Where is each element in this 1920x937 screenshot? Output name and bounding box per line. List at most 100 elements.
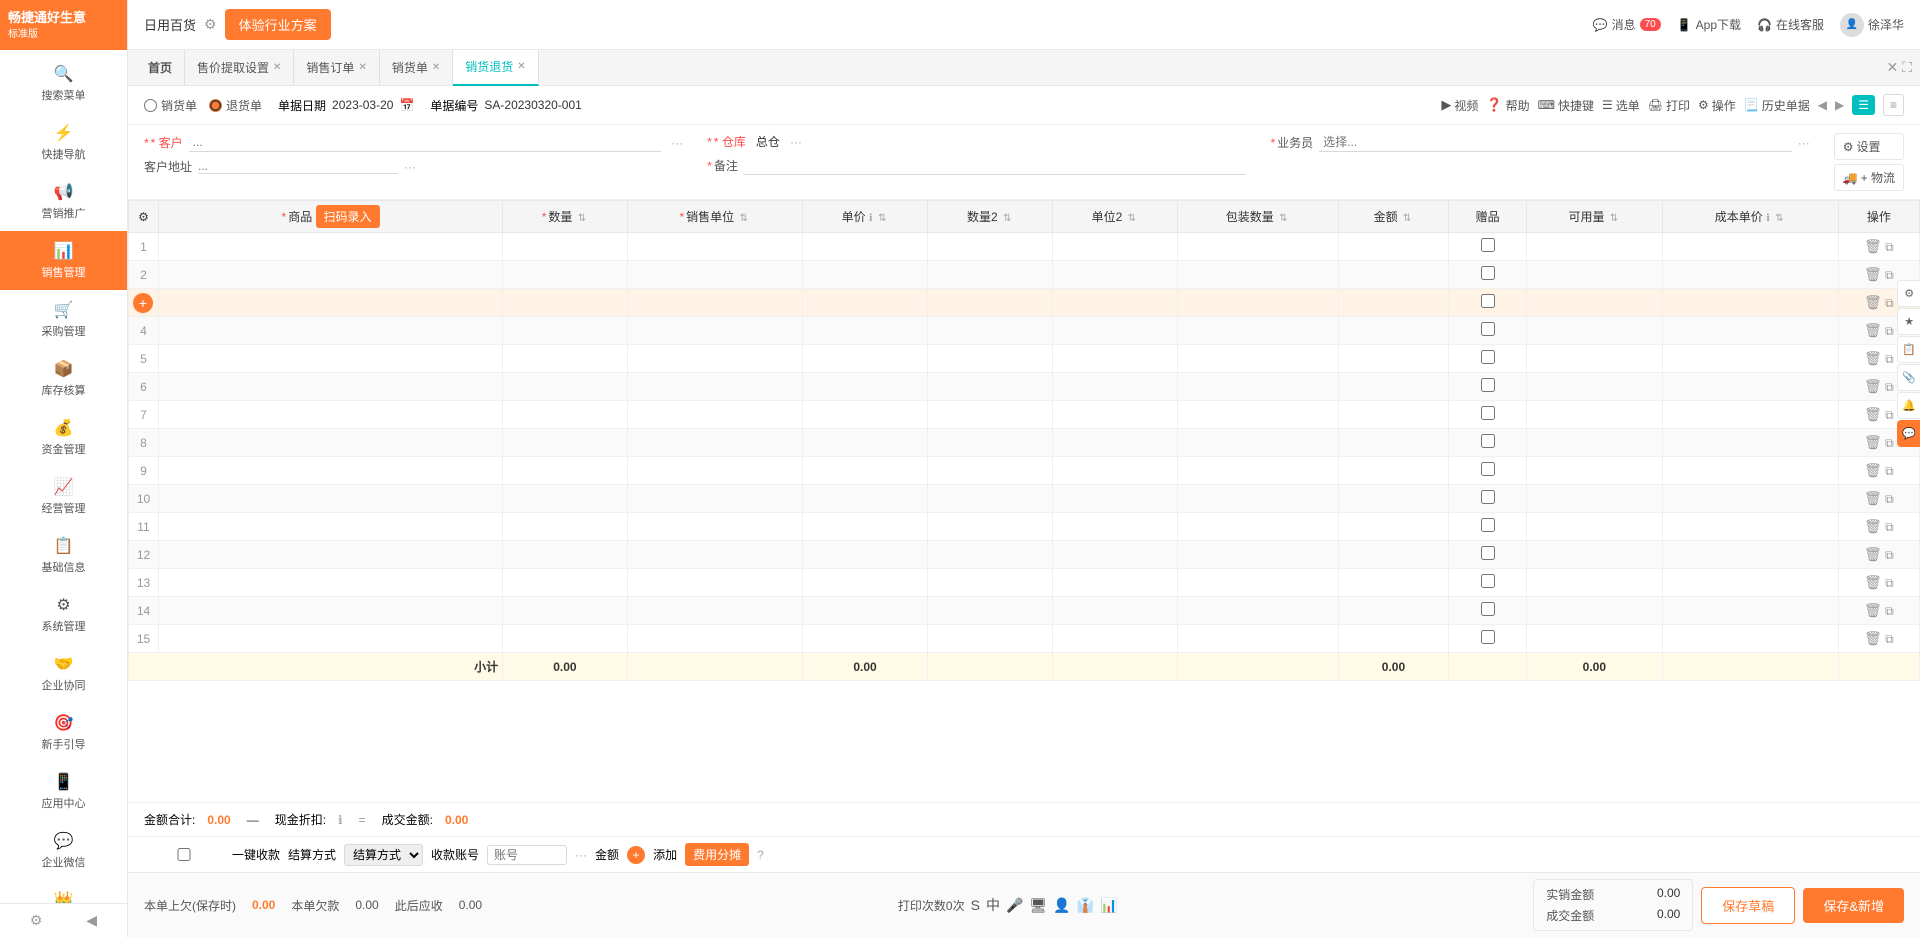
available-sort-icon[interactable]: ⇅ — [1610, 213, 1618, 224]
cell-qty2-5[interactable] — [928, 345, 1053, 373]
gift-cb-11[interactable] — [1481, 518, 1495, 532]
cell-pack-9[interactable] — [1177, 457, 1338, 485]
copy-btn-15[interactable]: ⧉ — [1885, 632, 1894, 647]
unit2-sort-icon[interactable]: ⇅ — [1128, 213, 1136, 224]
sidebar-item-企业协同[interactable]: 🤝 企业协同 — [0, 644, 127, 703]
product-input-5[interactable] — [163, 352, 498, 366]
cell-qty-7[interactable] — [503, 401, 628, 429]
gift-cb-8[interactable] — [1481, 434, 1495, 448]
cell-product-3[interactable] — [159, 289, 503, 317]
cell-gift-4[interactable] — [1449, 317, 1527, 345]
cell-price-14[interactable] — [802, 597, 928, 625]
customer-input[interactable] — [189, 133, 662, 152]
gift-cb-3[interactable] — [1481, 294, 1495, 308]
copy-btn-3[interactable]: ⧉ — [1885, 296, 1894, 311]
cell-qty2-15[interactable] — [928, 625, 1053, 653]
cell-product-2[interactable] — [159, 261, 503, 289]
scan-btn[interactable]: 扫码录入 — [316, 205, 380, 228]
user-menu[interactable]: 👤 徐泽华 — [1840, 13, 1904, 37]
remark-input[interactable] — [744, 156, 1247, 175]
cell-cost-7[interactable] — [1662, 401, 1838, 429]
cell-cost-3[interactable] — [1662, 289, 1838, 317]
cell-gift-12[interactable] — [1449, 541, 1527, 569]
copy-btn-11[interactable]: ⧉ — [1885, 520, 1894, 535]
cell-available-2[interactable] — [1526, 261, 1662, 289]
float-btn-3[interactable]: 📋 — [1897, 336, 1920, 363]
cell-gift-13[interactable] — [1449, 569, 1527, 597]
cell-price-2[interactable] — [802, 261, 928, 289]
tab-close-2[interactable]: ✕ — [358, 62, 366, 73]
sidebar-item-搜索菜单[interactable]: 🔍 搜索菜单 — [0, 54, 127, 113]
product-input-1[interactable] — [163, 240, 498, 254]
delete-btn-2[interactable]: 🗑 — [1864, 266, 1882, 283]
cell-qty-15[interactable] — [503, 625, 628, 653]
operate-btn[interactable]: ⚙ 操作 — [1698, 97, 1736, 114]
cell-qty-1[interactable] — [503, 233, 628, 261]
cell-available-14[interactable] — [1526, 597, 1662, 625]
tab-1[interactable]: 售价提取设置✕ — [185, 50, 294, 86]
sales-radio[interactable] — [144, 99, 157, 112]
cell-cost-14[interactable] — [1662, 597, 1838, 625]
qty2-sort-icon[interactable]: ⇅ — [1003, 213, 1011, 224]
return-type-option[interactable]: 退货单 — [209, 97, 262, 114]
cell-available-8[interactable] — [1526, 429, 1662, 457]
cell-unit-5[interactable] — [627, 345, 802, 373]
print-btn[interactable]: 🖨 打印 — [1648, 97, 1690, 114]
settlement-select[interactable]: 结算方式 — [344, 844, 423, 866]
cell-cost-4[interactable] — [1662, 317, 1838, 345]
cell-pack-15[interactable] — [1177, 625, 1338, 653]
topbar-gear-icon[interactable]: ⚙ — [204, 16, 217, 33]
cell-qty2-7[interactable] — [928, 401, 1053, 429]
product-input-13[interactable] — [163, 576, 498, 590]
delete-btn-4[interactable]: 🗑 — [1864, 322, 1882, 339]
float-btn-4[interactable]: 📎 — [1897, 364, 1920, 391]
copy-btn-4[interactable]: ⧉ — [1885, 324, 1894, 339]
settings-btn[interactable]: ⚙ 设置 — [1834, 133, 1904, 160]
app-download-btn[interactable]: 📱 App下载 — [1677, 16, 1741, 33]
cell-unit-8[interactable] — [627, 429, 802, 457]
copy-btn-12[interactable]: ⧉ — [1885, 548, 1894, 563]
tab-4[interactable]: 销货退货✕ — [453, 50, 538, 86]
sales-type-option[interactable]: 销货单 — [144, 97, 197, 114]
cell-available-15[interactable] — [1526, 625, 1662, 653]
cell-pack-11[interactable] — [1177, 513, 1338, 541]
logistics-btn[interactable]: 🚚 + 物流 — [1834, 164, 1904, 191]
tab-close-4[interactable]: ✕ — [517, 61, 525, 72]
tabs-expand-btn[interactable]: ⛶ — [1902, 59, 1912, 76]
cell-gift-5[interactable] — [1449, 345, 1527, 373]
cell-unit-11[interactable] — [627, 513, 802, 541]
cell-product-7[interactable] — [159, 401, 503, 429]
tab-2[interactable]: 销售订单✕ — [294, 50, 379, 86]
gift-cb-1[interactable] — [1481, 238, 1495, 252]
cell-gift-2[interactable] — [1449, 261, 1527, 289]
cell-qty2-2[interactable] — [928, 261, 1053, 289]
cell-qty-14[interactable] — [503, 597, 628, 625]
product-input-2[interactable] — [163, 268, 498, 282]
cell-unit-15[interactable] — [627, 625, 802, 653]
cell-cost-11[interactable] — [1662, 513, 1838, 541]
docno-value[interactable]: SA-20230320-001 — [484, 98, 581, 112]
cell-gift-15[interactable] — [1449, 625, 1527, 653]
cell-price-6[interactable] — [802, 373, 928, 401]
cell-price-15[interactable] — [802, 625, 928, 653]
cell-cost-2[interactable] — [1662, 261, 1838, 289]
float-btn-6-active[interactable]: 💬 — [1897, 420, 1920, 447]
tab-3[interactable]: 销货单✕ — [380, 50, 453, 86]
copy-btn-1[interactable]: ⧉ — [1885, 240, 1894, 255]
cell-unit2-2[interactable] — [1053, 261, 1178, 289]
cell-amount-10[interactable] — [1338, 485, 1449, 513]
cell-pack-14[interactable] — [1177, 597, 1338, 625]
list-view-btn[interactable]: ≡ — [1883, 94, 1904, 116]
cell-unit2-15[interactable] — [1053, 625, 1178, 653]
cell-qty-5[interactable] — [503, 345, 628, 373]
cell-product-12[interactable] — [159, 541, 503, 569]
cell-available-11[interactable] — [1526, 513, 1662, 541]
cell-amount-13[interactable] — [1338, 569, 1449, 597]
sidebar-item-采购管理[interactable]: 🛒 采购管理 — [0, 290, 127, 349]
cell-price-5[interactable] — [802, 345, 928, 373]
copy-btn-14[interactable]: ⧉ — [1885, 604, 1894, 619]
shortcut-btn[interactable]: ⌨ 快捷键 — [1538, 97, 1594, 114]
cell-pack-10[interactable] — [1177, 485, 1338, 513]
cell-unit2-14[interactable] — [1053, 597, 1178, 625]
float-btn-2[interactable]: ★ — [1897, 308, 1920, 335]
